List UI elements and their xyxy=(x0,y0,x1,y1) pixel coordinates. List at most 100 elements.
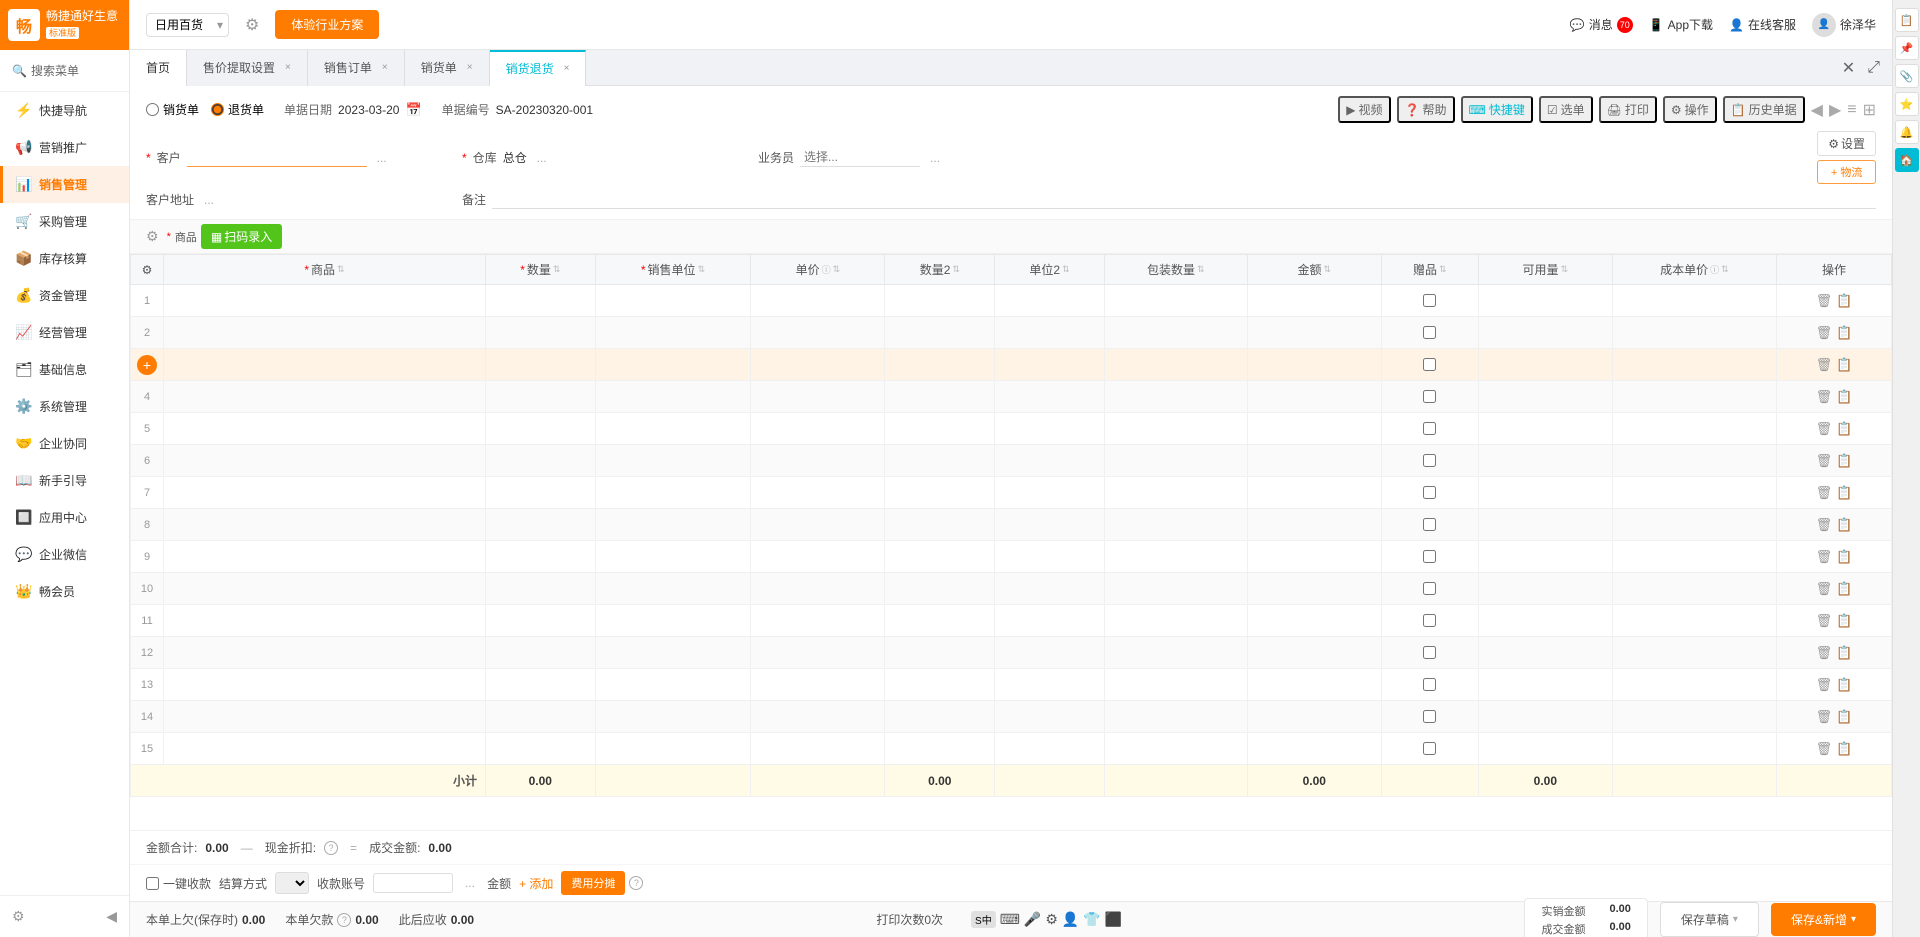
avail-cell-8[interactable] xyxy=(1478,509,1612,541)
product-cell-14[interactable] xyxy=(164,701,486,733)
gift-checkbox-1[interactable] xyxy=(1423,294,1436,307)
avail-cell-12[interactable] xyxy=(1478,637,1612,669)
delete-row-9-icon[interactable]: 🗑 xyxy=(1816,549,1833,565)
tab-close-sales-order[interactable]: × xyxy=(382,62,388,73)
product-input-3[interactable] xyxy=(170,358,479,372)
avail-cell-2[interactable] xyxy=(1478,317,1612,349)
qty2-cell-11[interactable] xyxy=(885,605,995,637)
amount-cell-4[interactable] xyxy=(1247,381,1381,413)
qty2-cell-10[interactable] xyxy=(885,573,995,605)
radio-return[interactable]: 退货单 xyxy=(211,101,264,118)
avail-cell-7[interactable] xyxy=(1478,477,1612,509)
sort-price-icon[interactable]: ⇅ xyxy=(833,264,841,275)
pkgqty-cell-10[interactable] xyxy=(1104,573,1247,605)
unit-cell-8[interactable] xyxy=(595,509,751,541)
qty-cell-14[interactable] xyxy=(485,701,595,733)
product-cell-4[interactable] xyxy=(164,381,486,413)
price-cell-1[interactable] xyxy=(751,285,885,317)
tab-close-price-setting[interactable]: × xyxy=(285,62,291,73)
product-cell-10[interactable] xyxy=(164,573,486,605)
fee-split-button[interactable]: 费用分摊 xyxy=(561,871,625,895)
product-cell-3[interactable] xyxy=(164,349,486,381)
arrow-left-button[interactable]: ◀ xyxy=(1811,100,1823,120)
amount-cell-6[interactable] xyxy=(1247,445,1381,477)
avail-cell-11[interactable] xyxy=(1478,605,1612,637)
tab-price-setting[interactable]: 售价提取设置 × xyxy=(187,50,308,86)
gift-checkbox-12[interactable] xyxy=(1423,646,1436,659)
qty-cell-15[interactable] xyxy=(485,733,595,765)
amount-cell-8[interactable] xyxy=(1247,509,1381,541)
gift-cell-4[interactable] xyxy=(1381,381,1478,413)
amount-cell-13[interactable] xyxy=(1247,669,1381,701)
gift-checkbox-14[interactable] xyxy=(1423,710,1436,723)
price-cell-13[interactable] xyxy=(751,669,885,701)
tab-close-sales-delivery[interactable]: × xyxy=(467,62,473,73)
customer-dots-button[interactable]: ... xyxy=(373,151,391,165)
unit2-cell-7[interactable] xyxy=(995,477,1105,509)
product-cell-6[interactable] xyxy=(164,445,486,477)
unit2-cell-3[interactable] xyxy=(995,349,1105,381)
account-input[interactable] xyxy=(373,873,453,893)
user-profile-item[interactable]: 👤 徐泽华 xyxy=(1812,13,1876,37)
amount-cell-12[interactable] xyxy=(1247,637,1381,669)
qty-cell-1[interactable] xyxy=(485,285,595,317)
cost-cell-4[interactable] xyxy=(1612,381,1776,413)
qty2-cell-3[interactable] xyxy=(885,349,995,381)
gift-cell-1[interactable] xyxy=(1381,285,1478,317)
qty-cell-3[interactable] xyxy=(485,349,595,381)
product-cell-5[interactable] xyxy=(164,413,486,445)
price-help-icon[interactable]: ⓘ xyxy=(822,263,831,276)
sidebar-item-shortcut[interactable]: ⚡ 快捷导航 xyxy=(0,92,129,129)
gift-cell-13[interactable] xyxy=(1381,669,1478,701)
qty2-cell-6[interactable] xyxy=(885,445,995,477)
amount-cell-14[interactable] xyxy=(1247,701,1381,733)
amount-cell-10[interactable] xyxy=(1247,573,1381,605)
unit2-cell-2[interactable] xyxy=(995,317,1105,349)
product-cell-7[interactable] xyxy=(164,477,486,509)
account-dots-button[interactable]: ... xyxy=(461,876,479,890)
settings-bottom-icon[interactable]: ⚙ xyxy=(8,904,29,929)
add-row-button[interactable]: + xyxy=(137,355,157,375)
select-doc-button[interactable]: ☑ 选单 xyxy=(1539,96,1593,123)
tab-home[interactable]: 首页 xyxy=(130,50,187,86)
qty-cell-4[interactable] xyxy=(485,381,595,413)
price-cell-2[interactable] xyxy=(751,317,885,349)
sidebar-item-marketing[interactable]: 📢 营销推广 xyxy=(0,129,129,166)
unit2-cell-13[interactable] xyxy=(995,669,1105,701)
unit-cell-2[interactable] xyxy=(595,317,751,349)
unit-cell-7[interactable] xyxy=(595,477,751,509)
gift-cell-15[interactable] xyxy=(1381,733,1478,765)
tab-sales-delivery[interactable]: 销货单 × xyxy=(405,50,490,86)
price-cell-12[interactable] xyxy=(751,637,885,669)
search-menu-button[interactable]: 🔍 搜索菜单 xyxy=(8,58,121,83)
tab-sales-order[interactable]: 销售订单 × xyxy=(308,50,405,86)
delete-row-11-icon[interactable]: 🗑 xyxy=(1816,613,1833,629)
delete-row-4-icon[interactable]: 🗑 xyxy=(1816,389,1833,405)
unit2-cell-6[interactable] xyxy=(995,445,1105,477)
unit2-cell-4[interactable] xyxy=(995,381,1105,413)
cost-cell-5[interactable] xyxy=(1612,413,1776,445)
gift-cell-12[interactable] xyxy=(1381,637,1478,669)
amount-cell-9[interactable] xyxy=(1247,541,1381,573)
avail-cell-9[interactable] xyxy=(1478,541,1612,573)
copy-row-8-icon[interactable]: 📋 xyxy=(1836,517,1852,533)
gift-cell-2[interactable] xyxy=(1381,317,1478,349)
unit2-cell-5[interactable] xyxy=(995,413,1105,445)
sort-product-icon[interactable]: ⇅ xyxy=(337,264,345,275)
sidebar-item-enterprise[interactable]: 🤝 企业协同 xyxy=(0,425,129,462)
product-cell-2[interactable] xyxy=(164,317,486,349)
pkgqty-cell-3[interactable] xyxy=(1104,349,1247,381)
draft-dropdown-icon[interactable]: ▾ xyxy=(1733,914,1738,925)
sidebar-item-purchase[interactable]: 🛒 采购管理 xyxy=(0,203,129,240)
sort-amount-icon[interactable]: ⇅ xyxy=(1324,264,1332,275)
gift-cell-9[interactable] xyxy=(1381,541,1478,573)
category-select[interactable]: 日用百货 xyxy=(146,13,229,37)
qty2-cell-2[interactable] xyxy=(885,317,995,349)
cost-cell-10[interactable] xyxy=(1612,573,1776,605)
gift-checkbox-8[interactable] xyxy=(1423,518,1436,531)
unit-cell-4[interactable] xyxy=(595,381,751,413)
amount-cell-2[interactable] xyxy=(1247,317,1381,349)
unit2-cell-11[interactable] xyxy=(995,605,1105,637)
qty-cell-10[interactable] xyxy=(485,573,595,605)
ime-icon-1[interactable]: ⌨ xyxy=(1000,911,1020,928)
